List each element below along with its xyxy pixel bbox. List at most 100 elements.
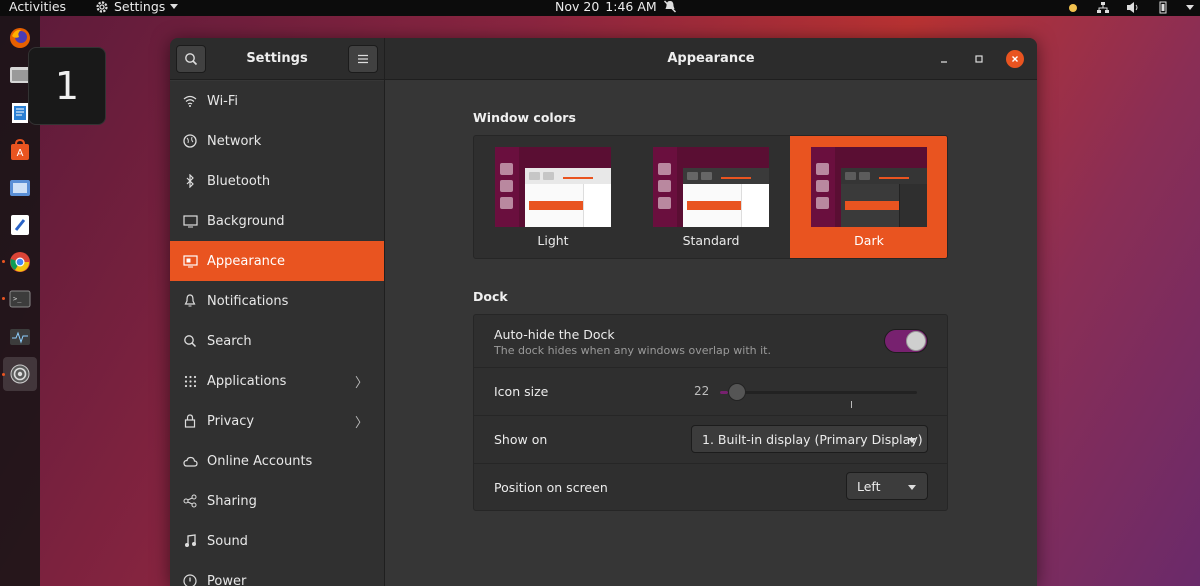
sidebar-item-label: Sound bbox=[207, 533, 248, 549]
slider-mark bbox=[851, 401, 852, 408]
sidebar-item-label: Online Accounts bbox=[207, 453, 313, 469]
sidebar-item-label: Background bbox=[207, 213, 285, 229]
show-on-title: Show on bbox=[494, 432, 548, 447]
share-icon bbox=[182, 493, 198, 509]
theme-option-standard[interactable]: Standard bbox=[632, 136, 790, 258]
clock-time: 1:46 AM bbox=[605, 0, 657, 14]
sidebar-item-sharing[interactable]: Sharing bbox=[170, 481, 384, 521]
icon-size-title: Icon size bbox=[494, 384, 549, 399]
settings-icon[interactable] bbox=[8, 362, 32, 386]
show-on-value: 1. Built-in display (Primary Display) bbox=[702, 431, 923, 447]
software-center-icon[interactable]: A bbox=[8, 138, 32, 162]
screenshot-icon[interactable] bbox=[8, 176, 32, 200]
running-indicator bbox=[2, 373, 5, 376]
slider-handle[interactable] bbox=[728, 383, 746, 401]
appearance-panel: Window colors Light Standard Dark Dock A… bbox=[385, 81, 1037, 586]
close-button[interactable] bbox=[1006, 50, 1024, 68]
theme-preview-dark bbox=[811, 147, 927, 227]
app-menu[interactable]: Settings bbox=[95, 0, 179, 14]
app-menu-label: Settings bbox=[114, 0, 166, 14]
sidebar-item-bluetooth[interactable]: Bluetooth bbox=[170, 161, 384, 201]
sidebar-item-label: Applications bbox=[207, 373, 287, 389]
minimize-button[interactable] bbox=[935, 50, 953, 68]
music-note-icon bbox=[182, 533, 198, 549]
sidebar-item-online-accounts[interactable]: Online Accounts bbox=[170, 441, 384, 481]
network-icon bbox=[182, 133, 198, 149]
chevron-right-icon: 〉 bbox=[354, 415, 368, 431]
sidebar-item-label: Bluetooth bbox=[207, 173, 271, 189]
gear-icon bbox=[96, 0, 108, 13]
position-value: Left bbox=[857, 478, 881, 494]
position-title: Position on screen bbox=[494, 480, 608, 495]
battery-icon bbox=[1159, 1, 1167, 14]
menu-button[interactable] bbox=[348, 45, 378, 73]
system-tray[interactable] bbox=[1066, 1, 1194, 14]
sidebar-item-notifications[interactable]: Notifications bbox=[170, 281, 384, 321]
chrome-icon[interactable] bbox=[8, 250, 32, 274]
sidebar-item-appearance[interactable]: Appearance bbox=[170, 241, 384, 281]
chevron-down-icon bbox=[1186, 5, 1194, 10]
applications-icon bbox=[182, 373, 198, 389]
main-header: Appearance bbox=[385, 38, 1037, 80]
activities-button[interactable]: Activities bbox=[9, 0, 66, 14]
theme-option-dark[interactable]: Dark bbox=[790, 136, 947, 258]
sidebar-item-power[interactable]: Power bbox=[170, 561, 384, 586]
text-editor-icon[interactable] bbox=[8, 213, 32, 237]
sidebar-item-sound[interactable]: Sound bbox=[170, 521, 384, 561]
icon-size-value: 22 bbox=[694, 384, 710, 398]
sidebar-item-label: Wi-Fi bbox=[207, 93, 239, 109]
window-colors-heading: Window colors bbox=[473, 110, 576, 125]
clock[interactable]: Nov 20 1:46 AM bbox=[555, 0, 677, 14]
hamburger-icon bbox=[358, 54, 368, 64]
position-row: Position on screen Left bbox=[474, 464, 947, 511]
sidebar-header: Settings bbox=[170, 38, 384, 80]
sidebar-item-network[interactable]: Network bbox=[170, 121, 384, 161]
window-colors-selector: Light Standard Dark bbox=[473, 135, 948, 259]
theme-label: Light bbox=[537, 233, 569, 248]
show-on-dropdown[interactable]: 1. Built-in display (Primary Display) bbox=[691, 425, 928, 453]
sidebar-item-label: Power bbox=[207, 573, 247, 586]
icon-size-slider[interactable] bbox=[720, 391, 917, 394]
system-monitor-icon[interactable] bbox=[8, 325, 32, 349]
sidebar-item-wifi[interactable]: Wi-Fi bbox=[170, 81, 384, 121]
sidebar-item-background[interactable]: Background bbox=[170, 201, 384, 241]
close-icon bbox=[1012, 56, 1018, 62]
sidebar-item-applications[interactable]: Applications 〉 bbox=[170, 361, 384, 401]
network-wired-icon bbox=[1097, 2, 1109, 13]
bell-icon bbox=[182, 293, 198, 309]
running-indicator bbox=[2, 260, 5, 263]
terminal-icon[interactable]: >_ bbox=[8, 287, 32, 311]
sidebar-item-label: Privacy bbox=[207, 413, 255, 429]
running-indicator bbox=[2, 297, 5, 300]
position-dropdown[interactable]: Left bbox=[846, 472, 928, 500]
cloud-icon bbox=[182, 453, 198, 469]
weather-icon bbox=[1069, 4, 1077, 12]
svg-text:>_: >_ bbox=[13, 295, 22, 303]
bluetooth-icon bbox=[182, 173, 198, 189]
autohide-toggle[interactable] bbox=[884, 329, 928, 353]
icon-size-row: Icon size 22 bbox=[474, 368, 947, 416]
sidebar-item-search[interactable]: Search bbox=[170, 321, 384, 361]
autohide-title: Auto-hide the Dock bbox=[494, 327, 615, 342]
minimize-icon bbox=[941, 61, 947, 63]
sidebar-item-label: Sharing bbox=[207, 493, 257, 509]
theme-label: Dark bbox=[854, 233, 884, 248]
theme-preview-light bbox=[495, 147, 611, 227]
sidebar-item-label: Network bbox=[207, 133, 262, 149]
dock-settings-list: Auto-hide the Dock The dock hides when a… bbox=[473, 314, 948, 511]
dock-heading: Dock bbox=[473, 289, 508, 304]
firefox-icon[interactable] bbox=[8, 26, 32, 50]
sidebar-item-label: Notifications bbox=[207, 293, 289, 309]
theme-option-light[interactable]: Light bbox=[474, 136, 632, 258]
wifi-icon bbox=[182, 93, 198, 109]
lock-icon bbox=[182, 413, 198, 429]
maximize-button[interactable] bbox=[970, 50, 988, 68]
sidebar-item-privacy[interactable]: Privacy 〉 bbox=[170, 401, 384, 441]
sidebar-item-label: Search bbox=[207, 333, 252, 349]
chevron-down-icon bbox=[170, 4, 179, 9]
autohide-subtitle: The dock hides when any windows overlap … bbox=[494, 344, 771, 357]
notifications-off-icon bbox=[663, 0, 676, 13]
chevron-down-icon bbox=[908, 438, 916, 443]
power-icon bbox=[182, 573, 198, 586]
chevron-right-icon: 〉 bbox=[354, 375, 368, 391]
